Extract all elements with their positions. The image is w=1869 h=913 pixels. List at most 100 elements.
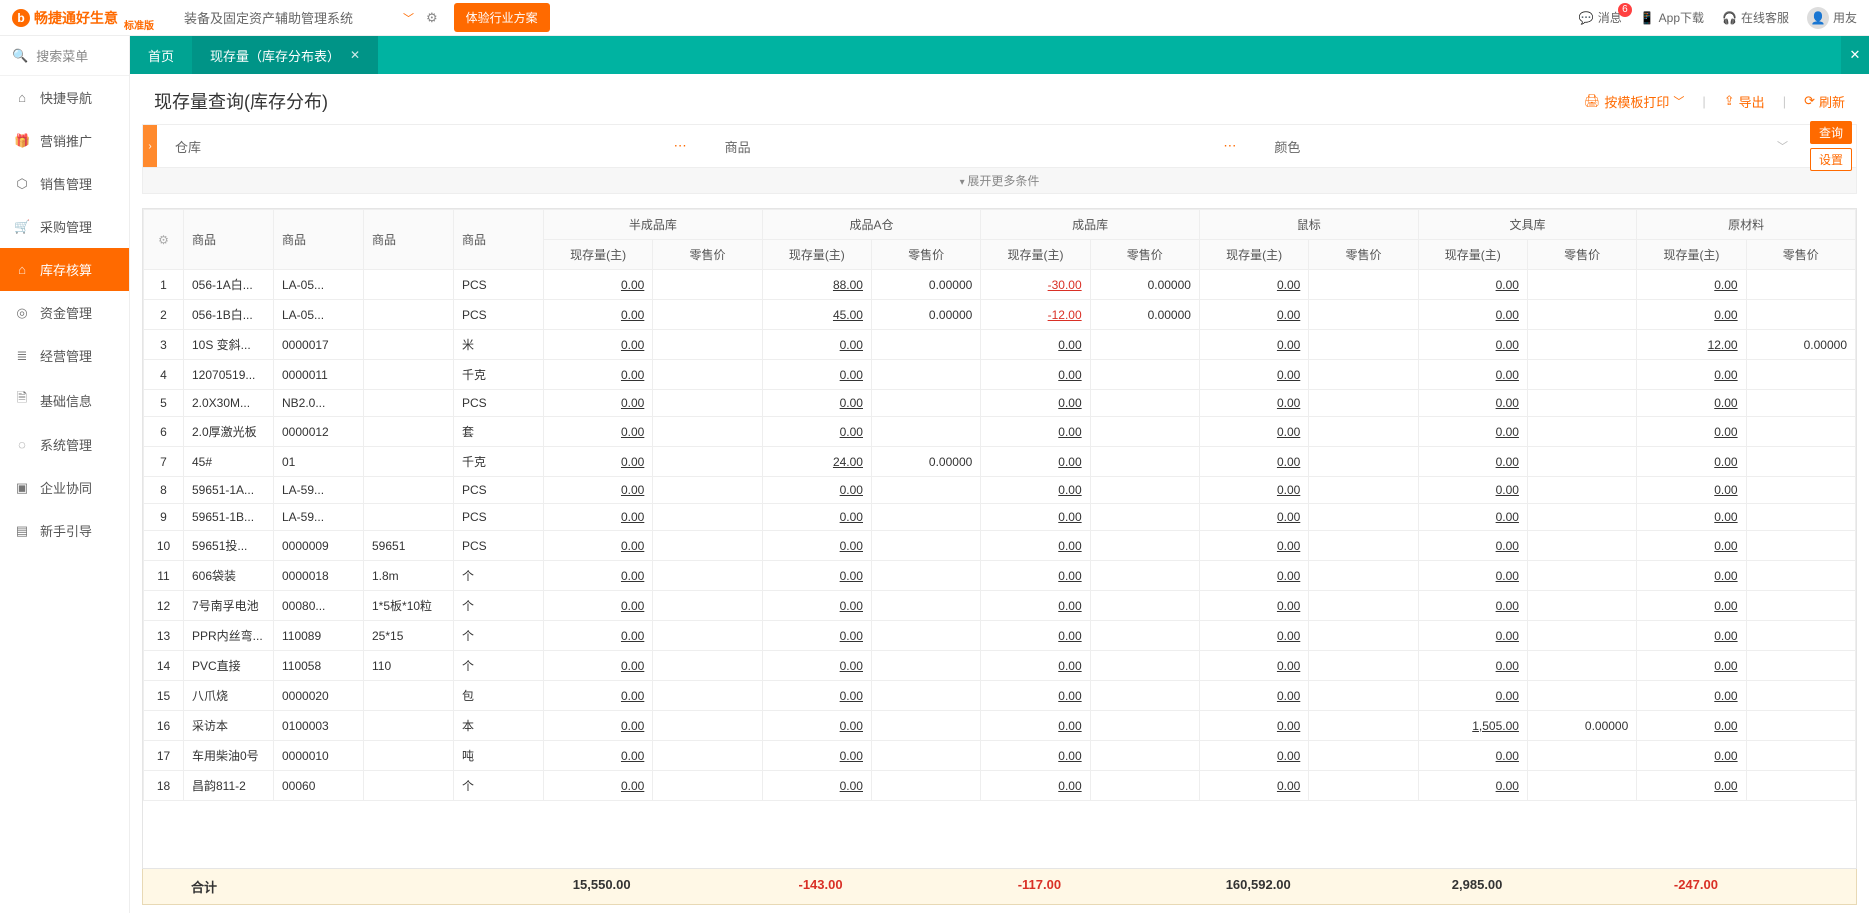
qty-cell[interactable]: 0.00 bbox=[1199, 531, 1308, 561]
qty-cell[interactable]: 0.00 bbox=[1637, 591, 1746, 621]
qty-cell[interactable]: 0.00 bbox=[762, 651, 871, 681]
qty-cell[interactable]: 0.00 bbox=[1199, 711, 1308, 741]
sidebar-item-5[interactable]: ◎资金管理 bbox=[0, 291, 129, 334]
table-row[interactable]: 1059651投...000000959651PCS0.000.000.000.… bbox=[144, 531, 1856, 561]
qty-cell[interactable]: 0.00 bbox=[981, 360, 1090, 390]
qty-cell[interactable]: 0.00 bbox=[1418, 531, 1527, 561]
table-row[interactable]: 15八爪烧0000020包0.000.000.000.000.000.00 bbox=[144, 681, 1856, 711]
qty-cell[interactable]: 0.00 bbox=[544, 360, 653, 390]
table-row[interactable]: 745#01千克0.0024.000.000000.000.000.000.00 bbox=[144, 447, 1856, 477]
messages-link[interactable]: 💬 消息 6 bbox=[1579, 9, 1622, 26]
qty-cell[interactable]: 0.00 bbox=[544, 447, 653, 477]
qty-cell[interactable]: 0.00 bbox=[1199, 651, 1308, 681]
qty-cell[interactable]: 88.00 bbox=[762, 270, 871, 300]
qty-cell[interactable]: 0.00 bbox=[1199, 477, 1308, 504]
gear-icon[interactable]: ⚙ bbox=[426, 10, 438, 26]
qty-cell[interactable]: 0.00 bbox=[544, 621, 653, 651]
gear-icon[interactable]: ⚙ bbox=[144, 210, 184, 270]
qty-cell[interactable]: 0.00 bbox=[1199, 561, 1308, 591]
qty-cell[interactable]: 0.00 bbox=[544, 561, 653, 591]
qty-cell[interactable]: 0.00 bbox=[1199, 417, 1308, 447]
qty-cell[interactable]: 0.00 bbox=[544, 330, 653, 360]
qty-cell[interactable]: 0.00 bbox=[762, 504, 871, 531]
table-row[interactable]: 16采访本0100003本0.000.000.000.001,505.000.0… bbox=[144, 711, 1856, 741]
qty-cell[interactable]: 0.00 bbox=[981, 477, 1090, 504]
qty-cell[interactable]: -12.00 bbox=[981, 300, 1090, 330]
qty-cell[interactable]: 0.00 bbox=[544, 477, 653, 504]
qty-cell[interactable]: 0.00 bbox=[544, 741, 653, 771]
qty-cell[interactable]: 0.00 bbox=[1199, 300, 1308, 330]
close-all-tabs[interactable]: ✕ bbox=[1841, 36, 1869, 74]
table-row[interactable]: 2056-1B白...LA-05...PCS0.0045.000.00000-1… bbox=[144, 300, 1856, 330]
qty-cell[interactable]: -30.00 bbox=[981, 270, 1090, 300]
system-selector[interactable]: 装备及固定资产辅助管理系统 ﹀ bbox=[184, 8, 414, 27]
app-download-link[interactable]: 📱 App下载 bbox=[1640, 9, 1704, 26]
qty-cell[interactable]: 0.00 bbox=[762, 561, 871, 591]
qty-cell[interactable]: 0.00 bbox=[1418, 651, 1527, 681]
qty-cell[interactable]: 0.00 bbox=[1637, 651, 1746, 681]
qty-cell[interactable]: 0.00 bbox=[1418, 330, 1527, 360]
table-row[interactable]: 18昌韵811-200060个0.000.000.000.000.000.00 bbox=[144, 771, 1856, 801]
qty-cell[interactable]: 0.00 bbox=[981, 591, 1090, 621]
qty-cell[interactable]: 0.00 bbox=[1637, 711, 1746, 741]
trial-button[interactable]: 体验行业方案 bbox=[454, 3, 550, 32]
qty-cell[interactable]: 0.00 bbox=[544, 390, 653, 417]
qty-cell[interactable]: 0.00 bbox=[1418, 447, 1527, 477]
qty-cell[interactable]: 0.00 bbox=[1199, 330, 1308, 360]
query-button[interactable]: 查询 bbox=[1810, 121, 1852, 144]
qty-cell[interactable]: 0.00 bbox=[1418, 360, 1527, 390]
qty-cell[interactable]: 24.00 bbox=[762, 447, 871, 477]
qty-cell[interactable]: 0.00 bbox=[1418, 681, 1527, 711]
qty-cell[interactable]: 0.00 bbox=[1418, 270, 1527, 300]
qty-cell[interactable]: 0.00 bbox=[1637, 504, 1746, 531]
filter-warehouse[interactable]: 仓库 ⋯ bbox=[157, 137, 707, 156]
qty-cell[interactable]: 0.00 bbox=[762, 771, 871, 801]
qty-cell[interactable]: 0.00 bbox=[981, 390, 1090, 417]
qty-cell[interactable]: 0.00 bbox=[1418, 504, 1527, 531]
sidebar-item-3[interactable]: 🛒采购管理 bbox=[0, 205, 129, 248]
qty-cell[interactable]: 0.00 bbox=[544, 300, 653, 330]
table-row[interactable]: 17车用柴油0号0000010吨0.000.000.000.000.000.00 bbox=[144, 741, 1856, 771]
sidebar-item-7[interactable]: 🗎基础信息 bbox=[0, 377, 129, 423]
qty-cell[interactable]: 0.00 bbox=[1637, 447, 1746, 477]
qty-cell[interactable]: 0.00 bbox=[1199, 591, 1308, 621]
qty-cell[interactable]: 0.00 bbox=[544, 681, 653, 711]
qty-cell[interactable]: 0.00 bbox=[544, 651, 653, 681]
qty-cell[interactable]: 0.00 bbox=[762, 360, 871, 390]
qty-cell[interactable]: 0.00 bbox=[1637, 360, 1746, 390]
qty-cell[interactable]: 0.00 bbox=[1637, 681, 1746, 711]
qty-cell[interactable]: 0.00 bbox=[544, 417, 653, 447]
sidebar-item-1[interactable]: 🎁营销推广 bbox=[0, 119, 129, 162]
filter-product[interactable]: 商品 ⋯ bbox=[707, 137, 1257, 156]
qty-cell[interactable]: 0.00 bbox=[1418, 771, 1527, 801]
sidebar-item-10[interactable]: ▤新手引导 bbox=[0, 509, 129, 552]
data-table[interactable]: ⚙商品商品商品商品半成品库成品A仓成品库鼠标文具库原材料现存量(主)零售价现存量… bbox=[142, 208, 1857, 869]
sidebar-item-4[interactable]: ⌂库存核算 bbox=[0, 248, 129, 291]
sidebar-search[interactable]: 🔍 搜索菜单 bbox=[0, 36, 129, 76]
qty-cell[interactable]: 0.00 bbox=[1637, 771, 1746, 801]
qty-cell[interactable]: 0.00 bbox=[544, 771, 653, 801]
qty-cell[interactable]: 0.00 bbox=[1637, 621, 1746, 651]
qty-cell[interactable]: 0.00 bbox=[981, 651, 1090, 681]
table-row[interactable]: 14PVC直接110058110个0.000.000.000.000.000.0… bbox=[144, 651, 1856, 681]
qty-cell[interactable]: 0.00 bbox=[544, 531, 653, 561]
qty-cell[interactable]: 0.00 bbox=[762, 390, 871, 417]
qty-cell[interactable]: 0.00 bbox=[981, 621, 1090, 651]
qty-cell[interactable]: 0.00 bbox=[981, 330, 1090, 360]
qty-cell[interactable]: 12.00 bbox=[1637, 330, 1746, 360]
qty-cell[interactable]: 0.00 bbox=[1418, 621, 1527, 651]
table-row[interactable]: 310S 变斜...0000017米0.000.000.000.000.0012… bbox=[144, 330, 1856, 360]
table-row[interactable]: 52.0X30M...NB2.0...PCS0.000.000.000.000.… bbox=[144, 390, 1856, 417]
qty-cell[interactable]: 0.00 bbox=[1637, 270, 1746, 300]
qty-cell[interactable]: 0.00 bbox=[762, 621, 871, 651]
ellipsis-icon[interactable]: ⋯ bbox=[674, 138, 689, 154]
table-row[interactable]: 11606袋装00000181.8m个0.000.000.000.000.000… bbox=[144, 561, 1856, 591]
qty-cell[interactable]: 0.00 bbox=[1199, 360, 1308, 390]
user-menu[interactable]: 👤 用友 bbox=[1807, 7, 1857, 29]
qty-cell[interactable]: 0.00 bbox=[544, 591, 653, 621]
expand-filters[interactable]: 展开更多条件 bbox=[142, 168, 1857, 194]
qty-cell[interactable]: 0.00 bbox=[1637, 417, 1746, 447]
qty-cell[interactable]: 1,505.00 bbox=[1418, 711, 1527, 741]
qty-cell[interactable]: 0.00 bbox=[1637, 477, 1746, 504]
qty-cell[interactable]: 0.00 bbox=[1199, 270, 1308, 300]
